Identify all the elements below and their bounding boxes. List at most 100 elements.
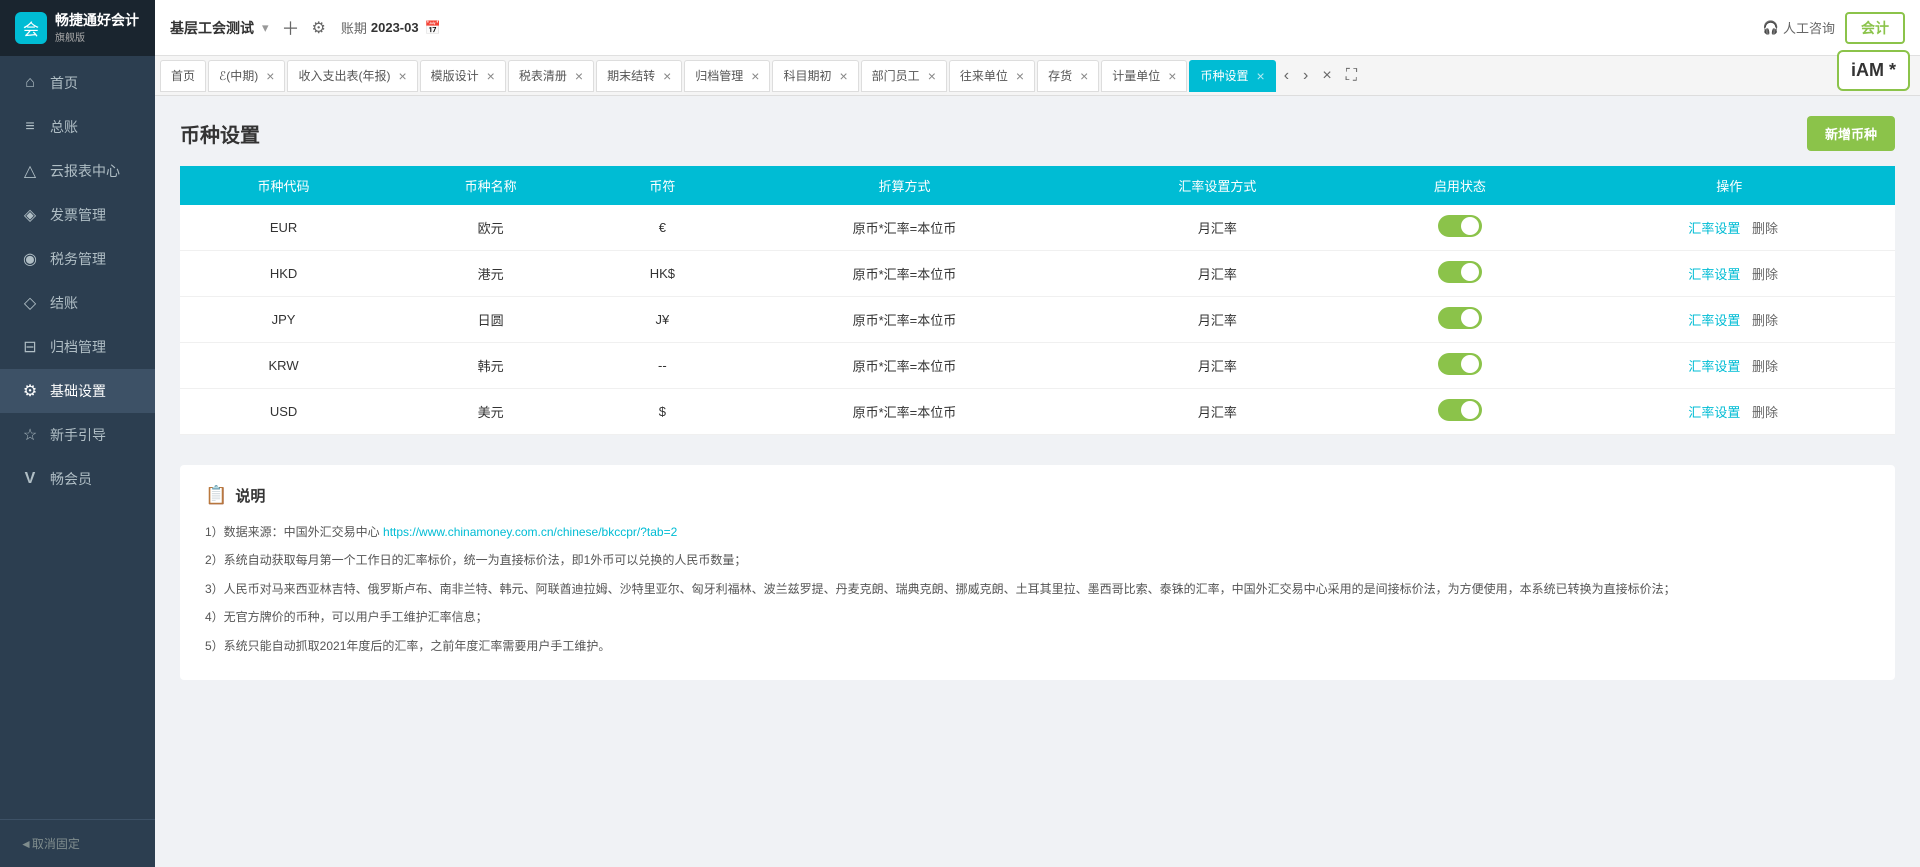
status-toggle[interactable] [1438, 353, 1482, 375]
rate-setting-button[interactable]: 汇率设置 [1688, 359, 1740, 374]
cell-code: EUR [180, 205, 387, 251]
tab-close-icon[interactable]: × [1016, 68, 1024, 84]
tab-label: 期末结转 [607, 67, 655, 84]
add-tab-button[interactable]: ＋ [282, 15, 300, 41]
sidebar-item-ledger[interactable]: ≡ 总账 [0, 105, 155, 149]
cell-calc: 原币*汇率=本位币 [731, 343, 1079, 389]
tab-close-icon[interactable]: × [1080, 68, 1088, 84]
tab-close-all-button[interactable]: × [1316, 67, 1337, 85]
delete-button[interactable]: 删除 [1752, 267, 1778, 282]
tab-close-icon[interactable]: × [663, 68, 671, 84]
cell-rate-method: 月汇率 [1078, 251, 1356, 297]
sidebar-item-checkout[interactable]: ◇ 结账 [0, 281, 155, 325]
cell-calc: 原币*汇率=本位币 [731, 297, 1079, 343]
tab-inventory[interactable]: 存货 × [1037, 60, 1099, 92]
rate-setting-button[interactable]: 汇率设置 [1688, 267, 1740, 282]
app-name: 畅捷通好会计 [55, 12, 139, 29]
page-title: 币种设置 [180, 119, 260, 148]
iam-badge[interactable]: iAM * [1837, 50, 1910, 91]
tab-close-icon[interactable]: × [398, 68, 406, 84]
tab-template[interactable]: 模版设计 × [420, 60, 506, 92]
tab-mid-period[interactable]: ℰ(中期) × [208, 60, 285, 92]
sidebar-item-archive[interactable]: ⊟ 归档管理 [0, 325, 155, 369]
new-currency-button[interactable]: 新增币种 [1807, 116, 1895, 151]
tab-label: 存货 [1048, 67, 1072, 84]
sidebar-item-guide[interactable]: ☆ 新手引导 [0, 413, 155, 457]
account-button[interactable]: 会计 [1845, 12, 1905, 44]
cell-rate-method: 月汇率 [1078, 205, 1356, 251]
workspace-dropdown-icon[interactable]: ▾ [262, 20, 269, 36]
tab-label: 部门员工 [872, 67, 920, 84]
tab-tax-book[interactable]: 税表清册 × [508, 60, 594, 92]
delete-button[interactable]: 删除 [1752, 405, 1778, 420]
tab-close-icon[interactable]: × [928, 68, 936, 84]
tab-close-icon[interactable]: × [266, 68, 274, 84]
table-row: USD 美元 $ 原币*汇率=本位币 月汇率 汇率设置 删除 [180, 389, 1895, 435]
tab-home[interactable]: 首页 [160, 60, 206, 92]
settings-gear-icon[interactable]: ⚙ [312, 18, 326, 38]
tab-annual-report[interactable]: 收入支出表(年报) × [287, 60, 417, 92]
sidebar: 会 畅捷通好会计 旗舰版 ⌂ 首页 ≡ 总账 △ 云报表中心 ◈ 发票管理 ◉ … [0, 0, 155, 867]
tab-close-icon[interactable]: × [839, 68, 847, 84]
cell-actions: 汇率设置 删除 [1563, 389, 1895, 435]
notice-item: 1）数据来源：中国外汇交易中心 https://www.chinamoney.c… [205, 518, 1870, 546]
workspace-name[interactable]: 基层工会测试 [170, 18, 254, 38]
delete-button[interactable]: 删除 [1752, 313, 1778, 328]
sidebar-item-reports[interactable]: △ 云报表中心 [0, 149, 155, 193]
tab-prev-button[interactable]: ‹ [1278, 67, 1295, 85]
calendar-icon[interactable]: 📅 [425, 20, 441, 36]
cell-symbol: HK$ [594, 251, 730, 297]
tab-units[interactable]: 计量单位 × [1101, 60, 1187, 92]
notice-item: 3）人民币对马来西亚林吉特、俄罗斯卢布、南非兰特、韩元、阿联酋迪拉姆、沙特里亚尔… [205, 575, 1870, 603]
sidebar-item-tax[interactable]: ◉ 税务管理 [0, 237, 155, 281]
tab-archive[interactable]: 归档管理 × [684, 60, 770, 92]
tab-period-end[interactable]: 期末结转 × [596, 60, 682, 92]
delete-button[interactable]: 删除 [1752, 221, 1778, 236]
tab-next-button[interactable]: › [1297, 67, 1314, 85]
tab-label: ℰ(中期) [219, 67, 258, 84]
cell-status [1356, 251, 1563, 297]
status-toggle[interactable] [1438, 215, 1482, 237]
account-label: 会计 [1861, 20, 1889, 36]
notice-link[interactable]: https://www.chinamoney.com.cn/chinese/bk… [383, 525, 677, 539]
status-toggle[interactable] [1438, 399, 1482, 421]
cell-rate-method: 月汇率 [1078, 389, 1356, 435]
rate-setting-button[interactable]: 汇率设置 [1688, 221, 1740, 236]
rate-setting-button[interactable]: 汇率设置 [1688, 405, 1740, 420]
cell-status [1356, 297, 1563, 343]
pin-label: ◄取消固定 [20, 835, 80, 852]
period-value: 2023-03 [371, 20, 419, 35]
cell-symbol: J¥ [594, 297, 730, 343]
sidebar-item-member[interactable]: V 畅会员 [0, 457, 155, 501]
status-toggle[interactable] [1438, 261, 1482, 283]
tab-department[interactable]: 部门员工 × [861, 60, 947, 92]
cell-code: USD [180, 389, 387, 435]
tab-expand-button[interactable]: ⛶ [1340, 67, 1363, 85]
member-icon: V [20, 470, 40, 488]
sidebar-item-label: 首页 [50, 73, 78, 93]
pin-button[interactable]: ◄取消固定 [0, 819, 155, 867]
service-button[interactable]: 🎧 人工咨询 [1763, 18, 1835, 37]
sidebar-item-invoice[interactable]: ◈ 发票管理 [0, 193, 155, 237]
status-toggle[interactable] [1438, 307, 1482, 329]
topbar-right: 🎧 人工咨询 会计 [1763, 12, 1905, 44]
cell-code: KRW [180, 343, 387, 389]
tab-close-icon[interactable]: × [1168, 68, 1176, 84]
sidebar-item-home[interactable]: ⌂ 首页 [0, 61, 155, 105]
tab-contacts[interactable]: 往来单位 × [949, 60, 1035, 92]
delete-button[interactable]: 删除 [1752, 359, 1778, 374]
archive-icon: ⊟ [20, 337, 40, 357]
tab-close-icon[interactable]: × [751, 68, 759, 84]
table-row: KRW 韩元 -- 原币*汇率=本位币 月汇率 汇率设置 删除 [180, 343, 1895, 389]
table-row: HKD 港元 HK$ 原币*汇率=本位币 月汇率 汇率设置 删除 [180, 251, 1895, 297]
rate-setting-button[interactable]: 汇率设置 [1688, 313, 1740, 328]
tab-close-icon[interactable]: × [487, 68, 495, 84]
tab-close-icon[interactable]: × [575, 68, 583, 84]
tab-close-icon[interactable]: × [1257, 68, 1265, 84]
tab-label: 往来单位 [960, 67, 1008, 84]
notice-icon: 📋 [205, 485, 227, 506]
cell-symbol: -- [594, 343, 730, 389]
tab-subject-init[interactable]: 科目期初 × [772, 60, 858, 92]
tab-currency[interactable]: 币种设置 × [1189, 60, 1275, 92]
sidebar-item-settings[interactable]: ⚙ 基础设置 [0, 369, 155, 413]
